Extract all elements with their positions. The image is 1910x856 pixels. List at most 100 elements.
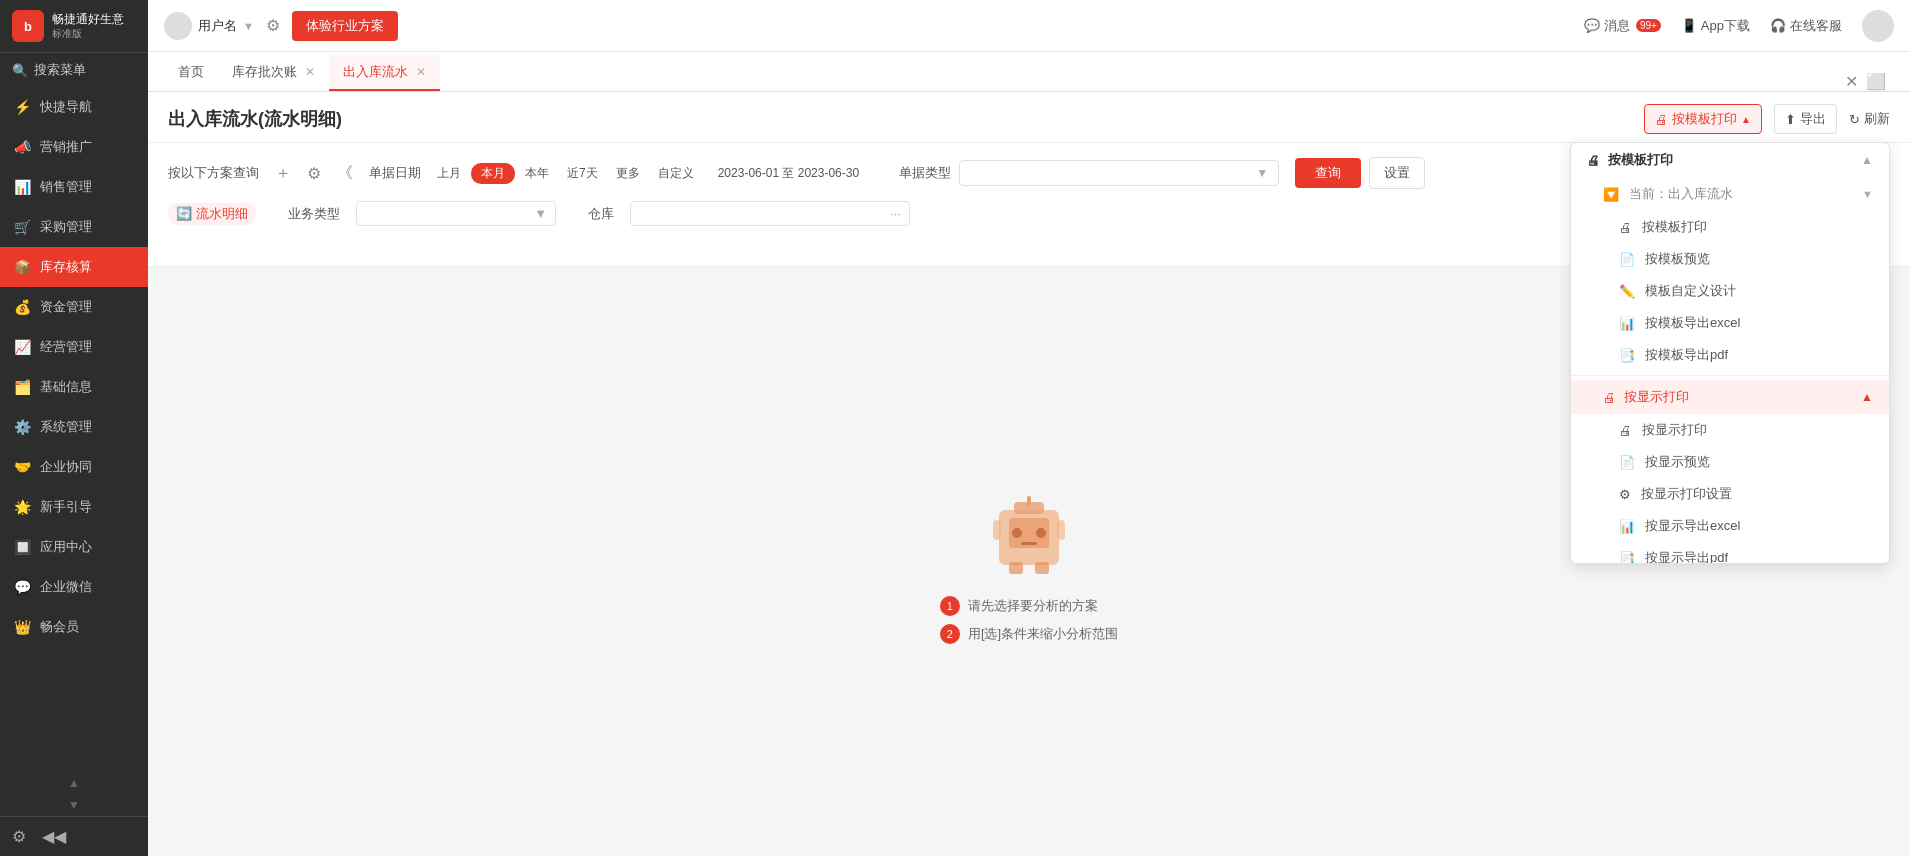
dropdown-divider: [1571, 375, 1889, 376]
business-type-label: 业务类型: [288, 205, 340, 223]
sidebar-item-appstore[interactable]: 🔲 应用中心: [0, 527, 148, 567]
sidebar-item-label: 资金管理: [40, 298, 92, 316]
sidebar-item-operation[interactable]: 📈 经营管理: [0, 327, 148, 367]
print-chevron-up: ▲: [1741, 114, 1751, 125]
display-print-item[interactable]: 🖨 按显示打印: [1571, 414, 1889, 446]
date-btn-custom[interactable]: 自定义: [650, 163, 702, 184]
svg-rect-4: [1021, 542, 1037, 545]
template-custom-item[interactable]: ✏️ 模板自定义设计: [1571, 275, 1889, 307]
sidebar-item-purchase[interactable]: 🛒 采购管理: [0, 207, 148, 247]
display-export-pdf-item[interactable]: 📑 按显示导出pdf: [1571, 542, 1889, 563]
message-action[interactable]: 💬 消息 99+: [1584, 17, 1661, 35]
svg-rect-7: [993, 520, 1001, 540]
sidebar-item-basic[interactable]: 🗂️ 基础信息: [0, 367, 148, 407]
voucher-type-label: 单据类型: [899, 164, 951, 182]
appstore-icon: 🔲: [12, 537, 32, 557]
tab-batch-close[interactable]: ✕: [305, 65, 315, 79]
sidebar-item-cooperation[interactable]: 🤝 企业协同: [0, 447, 148, 487]
sidebar-item-inventory[interactable]: 📦 库存核算: [0, 247, 148, 287]
template-export-excel-item[interactable]: 📊 按模板导出excel: [1571, 307, 1889, 339]
tab-batch[interactable]: 库存批次账 ✕: [218, 55, 329, 91]
template-preview-item[interactable]: 📄 按模板预览: [1571, 243, 1889, 275]
sidebar-item-marketing[interactable]: 📣 营销推广: [0, 127, 148, 167]
sidebar-item-sales[interactable]: 📊 销售管理: [0, 167, 148, 207]
flow-detail-tag[interactable]: 🔄 流水明细: [168, 203, 256, 225]
collapse-sidebar-icon[interactable]: ◀◀: [42, 827, 66, 846]
display-export-excel-item[interactable]: 📊 按显示导出excel: [1571, 510, 1889, 542]
template-pdf-label: 按模板导出pdf: [1645, 346, 1728, 364]
message-icon: 💬: [1584, 18, 1600, 33]
filter-collapse-icon[interactable]: 《: [337, 163, 353, 184]
settings-button[interactable]: 设置: [1369, 157, 1425, 189]
customer-service-action[interactable]: 🎧 在线客服: [1770, 17, 1842, 35]
business-type-select[interactable]: ▼: [356, 201, 556, 226]
display-print-settings-item[interactable]: ⚙ 按显示打印设置: [1571, 478, 1889, 510]
print-template-button[interactable]: 🖨 按模板打印 ▲: [1644, 104, 1762, 134]
business-type-chevron: ▼: [534, 206, 547, 221]
tab-flow-close[interactable]: ✕: [416, 65, 426, 79]
sidebar-search-item[interactable]: 🔍 搜索菜单: [0, 53, 148, 87]
date-btn-last-month[interactable]: 上月: [429, 163, 469, 184]
app-download-action[interactable]: 📱 App下载: [1681, 17, 1750, 35]
date-range: 2023-06-01 至 2023-06-30: [718, 165, 859, 182]
sidebar-item-label: 应用中心: [40, 538, 92, 556]
wechat-icon: 💬: [12, 577, 32, 597]
sidebar-item-wechat[interactable]: 💬 企业微信: [0, 567, 148, 607]
sidebar-item-label: 基础信息: [40, 378, 92, 396]
tab-home[interactable]: 首页: [164, 55, 218, 91]
sidebar-item-label: 畅会员: [40, 618, 79, 636]
filter-add-button[interactable]: ＋: [275, 163, 291, 184]
template-preview-icon: 📄: [1619, 252, 1635, 267]
template-selector-icon: 🔽: [1603, 187, 1619, 202]
flow-detail-icon: 🔄: [176, 206, 192, 221]
empty-illustration: [979, 480, 1079, 580]
trial-button[interactable]: 体验行业方案: [292, 11, 398, 41]
filter-settings-icon[interactable]: ⚙: [307, 164, 321, 183]
window-close-btn[interactable]: ✕: [1845, 72, 1858, 91]
operation-icon: 📈: [12, 337, 32, 357]
export-button[interactable]: ⬆ 导出: [1774, 104, 1837, 134]
display-pdf-label: 按显示导出pdf: [1645, 549, 1728, 563]
shortcut-icon: ⚡: [12, 97, 32, 117]
display-preview-item[interactable]: 📄 按显示预览: [1571, 446, 1889, 478]
settings-bottom-icon[interactable]: ⚙: [12, 827, 26, 846]
print-template-header-icon: 🖨: [1587, 153, 1600, 168]
filter-section-label: 按以下方案查询: [168, 164, 259, 182]
display-preview-icon: 📄: [1619, 455, 1635, 470]
app-name: 畅捷通好生意: [52, 11, 124, 28]
tab-flow[interactable]: 出入库流水 ✕: [329, 55, 440, 91]
sidebar-item-member[interactable]: 👑 畅会员: [0, 607, 148, 647]
svg-rect-6: [1027, 496, 1031, 506]
date-btn-7days[interactable]: 近7天: [559, 163, 606, 184]
user-dropdown[interactable]: 用户名 ▼: [164, 12, 254, 40]
query-button[interactable]: 查询: [1295, 158, 1361, 188]
current-template-item[interactable]: 🔽 当前：出入库流水 ▼: [1571, 177, 1889, 211]
template-custom-label: 模板自定义设计: [1645, 282, 1736, 300]
template-export-pdf-item[interactable]: 📑 按模板导出pdf: [1571, 339, 1889, 371]
sidebar-item-guide[interactable]: 🌟 新手引导: [0, 487, 148, 527]
date-btn-this-month[interactable]: 本月: [471, 163, 515, 184]
sidebar-item-shortcut[interactable]: ⚡ 快捷导航: [0, 87, 148, 127]
page-header: 出入库流水(流水明细) 🖨 按模板打印 ▲ ⬆ 导出 ↻ 刷新: [148, 92, 1910, 143]
voucher-type-input[interactable]: ▼: [959, 160, 1279, 186]
date-btn-this-year[interactable]: 本年: [517, 163, 557, 184]
window-maximize-btn[interactable]: ⬜: [1866, 72, 1886, 91]
app-download-label: App下载: [1701, 17, 1750, 35]
print-dropdown-panel: 🖨 按模板打印 ▲ 🔽 当前：出入库流水 ▼ 🖨: [1570, 142, 1890, 564]
member-icon: 👑: [12, 617, 32, 637]
sidebar-item-label: 企业微信: [40, 578, 92, 596]
warehouse-input[interactable]: ···: [630, 201, 910, 226]
sidebar-item-system[interactable]: ⚙️ 系统管理: [0, 407, 148, 447]
tab-batch-label: 库存批次账: [232, 63, 297, 81]
template-print-item[interactable]: 🖨 按模板打印: [1571, 211, 1889, 243]
sidebar-item-finance[interactable]: 💰 资金管理: [0, 287, 148, 327]
sidebar: b 畅捷通好生意 标准版 🔍 搜索菜单 ⚡ 快捷导航 📣 营销推广 📊 销售管理…: [0, 0, 148, 856]
gear-icon[interactable]: ⚙: [266, 16, 280, 35]
dropdown-section1-label: 按模板打印: [1608, 151, 1673, 169]
account-avatar[interactable]: [1862, 10, 1894, 42]
dropdown-section2-header[interactable]: 🖨 按显示打印 ▲: [1571, 380, 1889, 414]
date-btn-more[interactable]: 更多: [608, 163, 648, 184]
guide-icon: 🌟: [12, 497, 32, 517]
refresh-button[interactable]: ↻ 刷新: [1849, 110, 1890, 128]
template-print-label: 按模板打印: [1642, 218, 1707, 236]
